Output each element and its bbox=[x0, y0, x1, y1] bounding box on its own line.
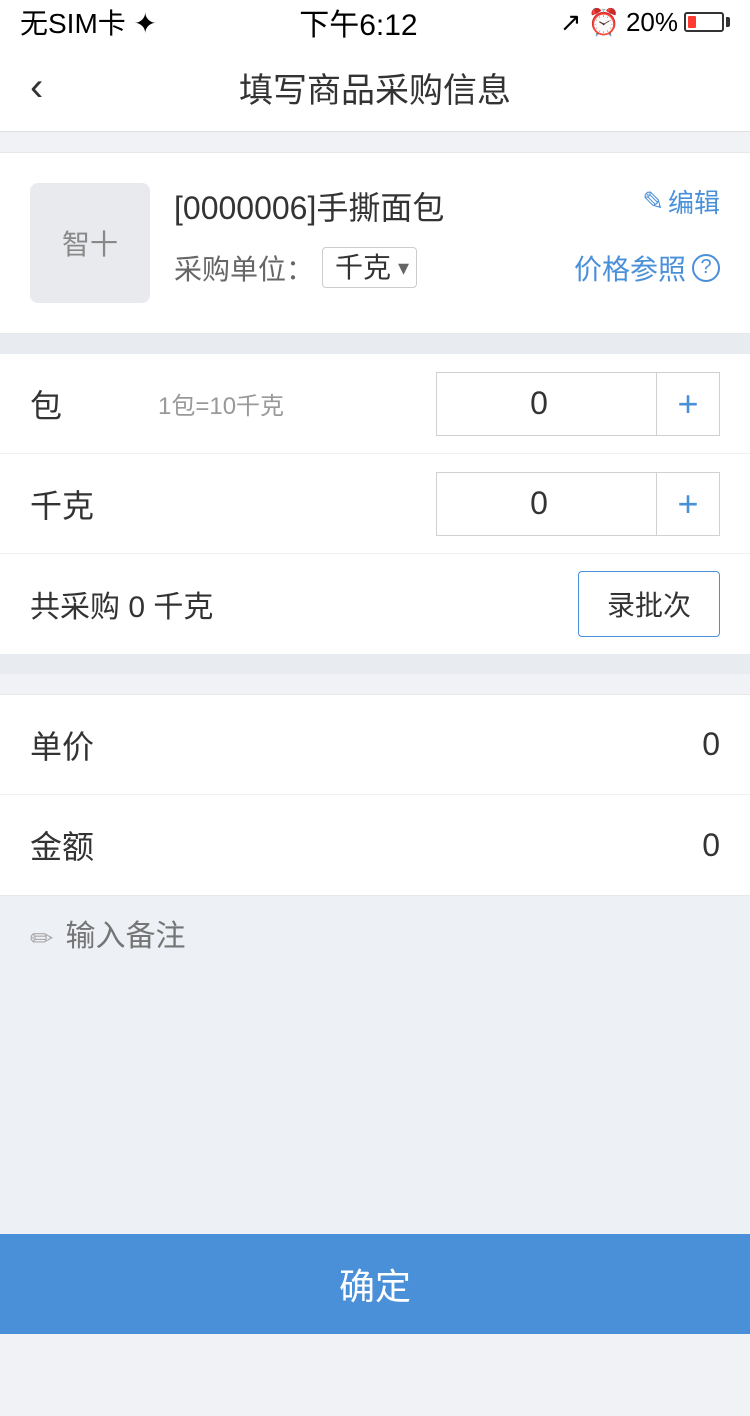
bao-input-right: + bbox=[436, 372, 720, 436]
remark-section: ✏ bbox=[0, 896, 750, 1016]
product-info: [0000006]手撕面包 ✎ 编辑 采购单位： 千克 克 包 bbox=[174, 183, 720, 288]
section-divider bbox=[0, 334, 750, 354]
amount-value: 0 bbox=[702, 827, 720, 864]
unit-select[interactable]: 千克 克 包 bbox=[322, 247, 417, 288]
unit-price-value: 0 bbox=[702, 726, 720, 763]
edit-label: 编辑 bbox=[668, 183, 720, 220]
bao-plus-button[interactable]: + bbox=[656, 372, 720, 436]
price-section: 单价 0 金额 0 bbox=[0, 694, 750, 896]
unit-price-row: 单价 0 bbox=[0, 695, 750, 795]
sim-status: 无SIM卡 ✦ bbox=[20, 2, 157, 42]
product-header: [0000006]手撕面包 ✎ 编辑 bbox=[174, 183, 720, 229]
battery-percent: 20% bbox=[626, 7, 678, 38]
bao-sublabel: 1包=10千克 bbox=[158, 386, 284, 421]
back-icon: ‹ bbox=[30, 65, 43, 110]
kg-input-right: + bbox=[436, 472, 720, 536]
batch-button[interactable]: 录批次 bbox=[578, 571, 720, 637]
signal-icon: ↗ bbox=[560, 7, 582, 38]
unit-select-wrap[interactable]: 千克 克 包 bbox=[322, 247, 417, 288]
price-ref-button[interactable]: 价格参照 ? bbox=[574, 248, 720, 288]
edit-icon: ✎ bbox=[642, 186, 664, 217]
remark-input[interactable] bbox=[65, 920, 720, 954]
status-time: 下午6:12 bbox=[299, 0, 417, 44]
summary-text: 共采购 0 千克 bbox=[30, 582, 578, 626]
amount-row: 金额 0 bbox=[0, 795, 750, 895]
amount-label: 金额 bbox=[30, 822, 702, 868]
price-ref-label: 价格参照 bbox=[574, 248, 686, 288]
status-right: ↗ ⏰ 20% bbox=[560, 7, 730, 38]
status-left: 无SIM卡 ✦ bbox=[20, 2, 157, 42]
page-title: 填写商品采购信息 bbox=[239, 63, 511, 112]
unit-label: 采购单位： bbox=[174, 248, 314, 288]
product-name: [0000006]手撕面包 bbox=[174, 183, 444, 229]
battery-icon bbox=[684, 12, 730, 32]
back-button[interactable]: ‹ bbox=[30, 65, 43, 110]
product-logo: 智十 bbox=[62, 223, 118, 263]
section-divider-2 bbox=[0, 654, 750, 674]
bao-input-row: 包 1包=10千克 + bbox=[0, 354, 750, 454]
confirm-button-text: 确定 bbox=[339, 1258, 411, 1310]
alarm-icon: ⏰ bbox=[588, 7, 620, 38]
kg-input-row: 千克 + bbox=[0, 454, 750, 554]
input-section: 包 1包=10千克 + 千克 + bbox=[0, 354, 750, 554]
unit-price-label: 单价 bbox=[30, 722, 702, 768]
nav-bar: ‹ 填写商品采购信息 bbox=[0, 44, 750, 132]
kg-plus-button[interactable]: + bbox=[656, 472, 720, 536]
kg-number-input[interactable] bbox=[436, 472, 656, 536]
product-image: 智十 bbox=[30, 183, 150, 303]
confirm-bar[interactable]: 确定 bbox=[0, 1234, 750, 1334]
bao-number-input[interactable] bbox=[436, 372, 656, 436]
status-bar: 无SIM卡 ✦ 下午6:12 ↗ ⏰ 20% bbox=[0, 0, 750, 44]
product-unit-row: 采购单位： 千克 克 包 价格参照 ? bbox=[174, 247, 720, 288]
bao-label: 包 bbox=[30, 381, 150, 427]
help-icon: ? bbox=[692, 254, 720, 282]
kg-label: 千克 bbox=[30, 481, 150, 527]
summary-row: 共采购 0 千克 录批次 bbox=[0, 554, 750, 654]
pencil-icon: ✏ bbox=[30, 922, 53, 955]
edit-button[interactable]: ✎ 编辑 bbox=[642, 183, 720, 220]
product-card: 智十 [0000006]手撕面包 ✎ 编辑 采购单位： 千克 克 包 bbox=[0, 152, 750, 334]
